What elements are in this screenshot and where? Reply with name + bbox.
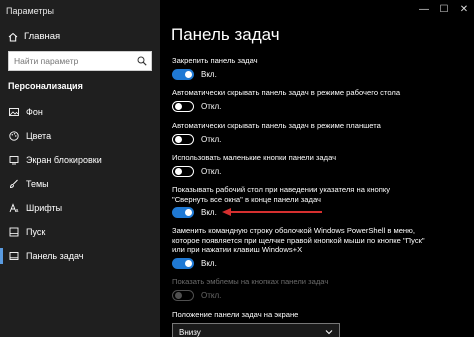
image-icon	[9, 107, 19, 117]
sidebar-item-label: Пуск	[26, 227, 46, 237]
option-autohide-desktop-row: Откл.	[172, 101, 221, 112]
window-controls: — ☐ ✕	[414, 0, 474, 18]
page-title: Панель задач	[171, 25, 280, 44]
option-small-buttons-row: Откл.	[172, 166, 221, 177]
option-powershell-label: Заменить командную строку оболочкой Wind…	[172, 226, 425, 254]
option-badges-label: Показать эмблемы на кнопках панели задач	[172, 277, 329, 286]
option-autohide-tablet-label: Автоматически скрывать панель задач в ре…	[172, 121, 381, 130]
toggle-state-label: Вкл.	[201, 208, 217, 217]
peek-desktop-toggle[interactable]	[172, 207, 194, 218]
maximize-icon: ☐	[439, 3, 449, 15]
small-buttons-toggle[interactable]	[172, 166, 194, 177]
option-peek-desktop-label: Показывать рабочий стол при наведении ук…	[172, 185, 391, 204]
toggle-state-label: Вкл.	[201, 259, 217, 268]
brush-icon	[9, 179, 19, 189]
search-button[interactable]	[133, 52, 151, 70]
annotation-arrow	[222, 208, 322, 216]
main-content: — ☐ ✕ Панель задач Закрепить панель зада…	[160, 0, 474, 337]
autohide-tablet-toggle[interactable]	[172, 134, 194, 145]
palette-icon	[9, 131, 19, 141]
option-autohide-tablet-row: Откл.	[172, 134, 221, 145]
toggle-knob	[185, 71, 192, 78]
window-title: Параметры	[6, 6, 54, 16]
toggle-knob	[174, 102, 182, 110]
settings-window: Параметры Главная Персонализация Фон Цве…	[0, 0, 474, 337]
sidebar-item-label: Темы	[26, 179, 49, 189]
sidebar-item-label: Экран блокировки	[26, 155, 102, 165]
sidebar-item-lock-screen[interactable]: Экран блокировки	[0, 148, 160, 172]
nav-list: Фон Цвета Экран блокировки Темы a Шрифты…	[0, 100, 160, 268]
sidebar-item-fonts[interactable]: a Шрифты	[0, 196, 160, 220]
search-input[interactable]	[9, 56, 133, 66]
minimize-button[interactable]: —	[414, 0, 434, 18]
sidebar-item-taskbar[interactable]: Панель задач	[0, 244, 160, 268]
sidebar-item-themes[interactable]: Темы	[0, 172, 160, 196]
sidebar-item-background[interactable]: Фон	[0, 100, 160, 124]
toggle-state-label: Откл.	[201, 102, 222, 111]
toggle-state-label: Откл.	[201, 135, 222, 144]
toggle-state-label: Откл.	[201, 167, 222, 176]
font-icon: a	[9, 203, 19, 213]
badges-toggle[interactable]	[172, 290, 194, 301]
minimize-icon: —	[419, 3, 429, 15]
sidebar-item-label: Фон	[26, 107, 43, 117]
close-button[interactable]: ✕	[454, 0, 474, 18]
option-lock-taskbar-row: Вкл.	[172, 69, 217, 80]
option-autohide-desktop-label: Автоматически скрывать панель задач в ре…	[172, 88, 401, 97]
toggle-knob	[185, 260, 192, 267]
option-powershell-row: Вкл.	[172, 258, 217, 269]
lock-taskbar-toggle[interactable]	[172, 69, 194, 80]
sidebar-item-label: Шрифты	[26, 203, 63, 213]
toggle-knob	[185, 209, 192, 216]
sidebar-item-start[interactable]: Пуск	[0, 220, 160, 244]
sidebar: Параметры Главная Персонализация Фон Цве…	[0, 0, 160, 337]
taskbar-position-label: Положение панели задач на экране	[172, 310, 299, 319]
home-label: Главная	[24, 31, 61, 42]
toggle-knob	[174, 167, 182, 175]
sidebar-item-label: Цвета	[26, 131, 52, 141]
start-icon	[9, 227, 19, 237]
home-icon	[8, 32, 18, 41]
section-label: Персонализация	[8, 81, 83, 91]
toggle-knob	[174, 135, 182, 143]
search-icon	[137, 56, 147, 66]
svg-text:a: a	[16, 208, 19, 213]
lock-screen-icon	[9, 155, 19, 165]
home-link[interactable]: Главная	[8, 31, 60, 42]
close-icon: ✕	[459, 3, 469, 15]
option-peek-desktop-row: Вкл.	[172, 207, 217, 218]
toggle-state-label: Вкл.	[201, 70, 217, 79]
powershell-toggle[interactable]	[172, 258, 194, 269]
option-lock-taskbar-label: Закрепить панель задач	[172, 56, 258, 65]
search-box	[8, 51, 152, 71]
taskbar-position-dropdown[interactable]: Внизу	[172, 323, 340, 337]
dropdown-value: Внизу	[179, 327, 201, 337]
autohide-desktop-toggle[interactable]	[172, 101, 194, 112]
option-badges-row: Откл.	[172, 290, 221, 301]
toggle-knob	[174, 291, 182, 299]
sidebar-item-label: Панель задач	[26, 251, 84, 261]
maximize-button[interactable]: ☐	[434, 0, 454, 18]
option-small-buttons-label: Использовать маленькие кнопки панели зад…	[172, 153, 337, 162]
chevron-down-icon	[325, 330, 333, 335]
sidebar-item-colors[interactable]: Цвета	[0, 124, 160, 148]
toggle-state-label: Откл.	[201, 291, 222, 300]
taskbar-icon	[9, 251, 19, 261]
